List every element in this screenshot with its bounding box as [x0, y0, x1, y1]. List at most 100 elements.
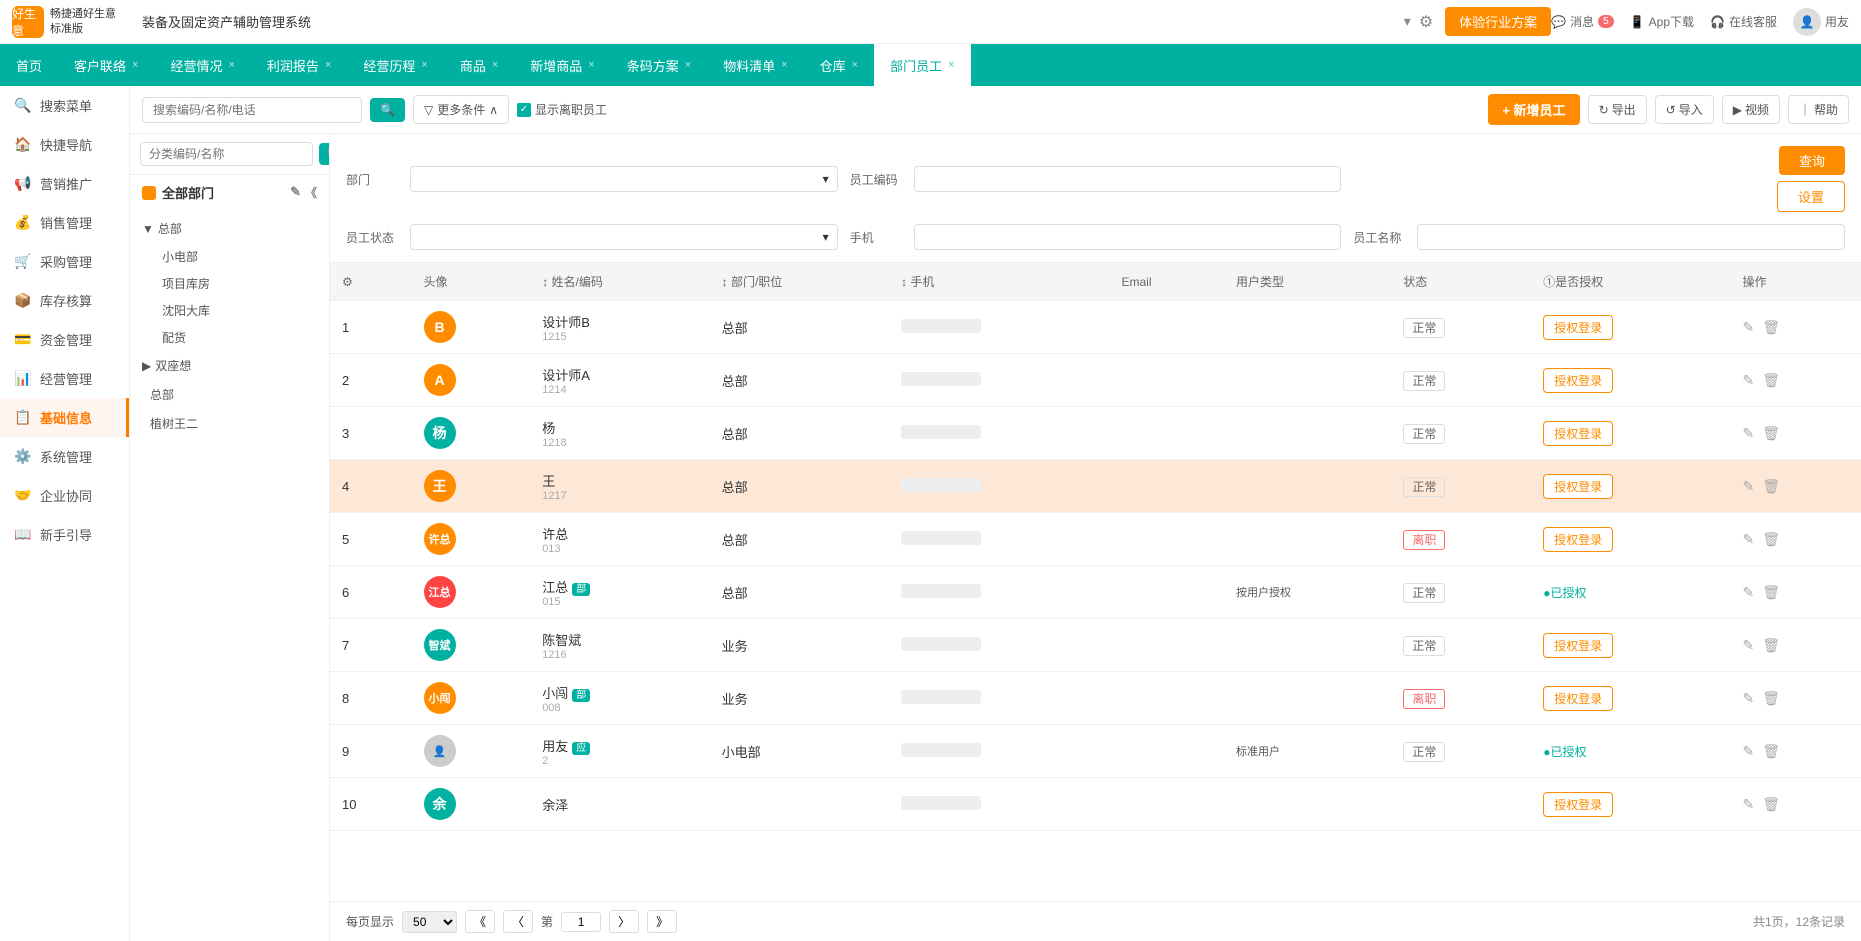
- dept-search-button[interactable]: 🔍: [319, 143, 330, 165]
- close-profit[interactable]: ×: [325, 59, 331, 71]
- close-operation[interactable]: ×: [228, 59, 234, 71]
- auth-login-button[interactable]: 授权登录: [1543, 474, 1613, 499]
- edit-icon[interactable]: ✎: [1743, 637, 1755, 654]
- row-auth[interactable]: 授权登录: [1531, 301, 1730, 354]
- experience-button[interactable]: 体验行业方案: [1445, 7, 1551, 36]
- edit-icon[interactable]: ✎: [1743, 319, 1755, 336]
- import-button[interactable]: ↺ 导入: [1655, 95, 1714, 124]
- emp-code-input[interactable]: [914, 166, 1342, 192]
- nav-barcode[interactable]: 条码方案×: [611, 44, 707, 86]
- delete-icon[interactable]: 🗑: [1762, 478, 1780, 495]
- page-input[interactable]: [561, 912, 601, 932]
- sidebar-item-finance[interactable]: 💳 资金管理: [0, 320, 129, 359]
- delete-icon[interactable]: 🗑: [1762, 743, 1780, 760]
- col-settings[interactable]: ⚙: [330, 263, 412, 301]
- dept-filter-select[interactable]: ▾: [410, 166, 838, 192]
- sidebar-item-inventory[interactable]: 📦 库存核算: [0, 281, 129, 320]
- nav-profit[interactable]: 利润报告×: [251, 44, 347, 86]
- nav-home[interactable]: 首页: [0, 44, 58, 86]
- sidebar-item-search[interactable]: 🔍 搜索菜单: [0, 86, 129, 125]
- close-customer[interactable]: ×: [132, 59, 138, 71]
- sidebar-item-nav[interactable]: 🏠 快捷导航: [0, 125, 129, 164]
- sidebar-item-guide[interactable]: 📖 新手引导: [0, 515, 129, 554]
- page-size-select[interactable]: 50 20 100: [402, 911, 457, 933]
- more-filter-button[interactable]: ▽ 更多条件 ∧: [413, 95, 509, 124]
- emp-status-select[interactable]: ▾: [410, 224, 838, 250]
- edit-icon[interactable]: ✎: [1743, 690, 1755, 707]
- edit-icon[interactable]: ✎: [1743, 372, 1755, 389]
- row-auth[interactable]: 授权登录: [1531, 672, 1730, 725]
- delete-icon[interactable]: 🗑: [1762, 531, 1780, 548]
- help-button[interactable]: ｜ 帮助: [1788, 95, 1849, 124]
- col-dept[interactable]: ↕ 部门/职位: [710, 263, 889, 301]
- search-input[interactable]: [142, 97, 362, 123]
- dept-sub-project[interactable]: 项目库房: [130, 270, 329, 297]
- sidebar-item-marketing[interactable]: 📢 营销推广: [0, 164, 129, 203]
- settings-icon[interactable]: ⚙: [1419, 12, 1433, 32]
- auth-login-button[interactable]: 授权登录: [1543, 315, 1613, 340]
- auth-login-button[interactable]: 授权登录: [1543, 686, 1613, 711]
- auth-login-button[interactable]: 授权登录: [1543, 792, 1613, 817]
- view-button[interactable]: ▶ 视频: [1722, 95, 1780, 124]
- dept-tree-item-zongbu[interactable]: ▼ 总部: [130, 214, 329, 243]
- edit-icon[interactable]: ✎: [1743, 743, 1755, 760]
- col-phone[interactable]: ↕ 手机: [889, 263, 1109, 301]
- close-warehouse[interactable]: ×: [852, 59, 858, 71]
- nav-history[interactable]: 经营历程×: [347, 44, 443, 86]
- row-auth[interactable]: 授权登录: [1531, 407, 1730, 460]
- delete-icon[interactable]: 🗑: [1762, 637, 1780, 654]
- dept-sub-peihuo[interactable]: 配货: [130, 324, 329, 351]
- sidebar-item-purchase[interactable]: 🛒 采购管理: [0, 242, 129, 281]
- sidebar-item-base[interactable]: 📋 基础信息: [0, 398, 129, 437]
- nav-warehouse[interactable]: 仓库×: [804, 44, 874, 86]
- edit-icon[interactable]: ✎: [1743, 531, 1755, 548]
- edit-icon[interactable]: ✎: [1743, 478, 1755, 495]
- delete-icon[interactable]: 🗑: [1762, 796, 1780, 813]
- nav-employee[interactable]: 部门员工×: [874, 44, 970, 86]
- row-auth[interactable]: 授权登录: [1531, 778, 1730, 831]
- phone-input[interactable]: [914, 224, 1342, 250]
- prev-page-button[interactable]: 〈: [503, 910, 533, 933]
- delete-icon[interactable]: 🗑: [1762, 319, 1780, 336]
- row-auth[interactable]: 授权登录: [1531, 513, 1730, 566]
- dept-all-item[interactable]: 全部部门 ✎ 《: [130, 175, 329, 210]
- edit-icon[interactable]: ✎: [1743, 425, 1755, 442]
- user-area[interactable]: 👤 用友: [1793, 8, 1849, 36]
- delete-icon[interactable]: 🗑: [1762, 584, 1780, 601]
- col-name[interactable]: ↕ 姓名/编码: [530, 263, 709, 301]
- dept-tree-item-zongbu2[interactable]: 总部: [130, 380, 329, 409]
- delete-icon[interactable]: 🗑: [1762, 425, 1780, 442]
- close-barcode[interactable]: ×: [685, 59, 691, 71]
- dept-search-input[interactable]: [140, 142, 313, 166]
- delete-icon[interactable]: 🗑: [1762, 690, 1780, 707]
- emp-name-input[interactable]: [1417, 224, 1845, 250]
- dept-sub-shenyang[interactable]: 沈阳大库: [130, 297, 329, 324]
- close-new-goods[interactable]: ×: [588, 59, 594, 71]
- close-employee[interactable]: ×: [948, 59, 954, 71]
- online-service-button[interactable]: 🎧 在线客服: [1710, 13, 1777, 30]
- dept-sub-xiaodian[interactable]: 小电部: [130, 243, 329, 270]
- export-button[interactable]: ↻ 导出: [1588, 95, 1647, 124]
- first-page-button[interactable]: 《: [465, 910, 495, 933]
- delete-icon[interactable]: 🗑: [1762, 372, 1780, 389]
- edit-icon[interactable]: ✎: [1743, 796, 1755, 813]
- set-button[interactable]: 设置: [1777, 181, 1845, 212]
- row-auth[interactable]: 授权登录: [1531, 354, 1730, 407]
- nav-bom[interactable]: 物料清单×: [707, 44, 803, 86]
- app-download-button[interactable]: 📱 App下载: [1630, 13, 1694, 30]
- sidebar-item-collab[interactable]: 🤝 企业协同: [0, 476, 129, 515]
- edit-dept-icon[interactable]: ✎: [290, 184, 301, 201]
- show-inactive-toggle[interactable]: ✓ 显示离职员工: [517, 101, 607, 118]
- nav-new-goods[interactable]: 新增商品×: [514, 44, 610, 86]
- edit-icon[interactable]: ✎: [1743, 584, 1755, 601]
- dept-tree-item-shuangzuo[interactable]: ▶ 双座想: [130, 351, 329, 380]
- close-history[interactable]: ×: [421, 59, 427, 71]
- message-button[interactable]: 💬 消息 5: [1551, 13, 1614, 30]
- last-page-button[interactable]: 》: [647, 910, 677, 933]
- auth-login-button[interactable]: 授权登录: [1543, 421, 1613, 446]
- row-auth[interactable]: 授权登录: [1531, 619, 1730, 672]
- auth-login-button[interactable]: 授权登录: [1543, 527, 1613, 552]
- dropdown-icon[interactable]: ▾: [1404, 13, 1411, 30]
- close-goods[interactable]: ×: [492, 59, 498, 71]
- query-button[interactable]: 查询: [1779, 146, 1845, 175]
